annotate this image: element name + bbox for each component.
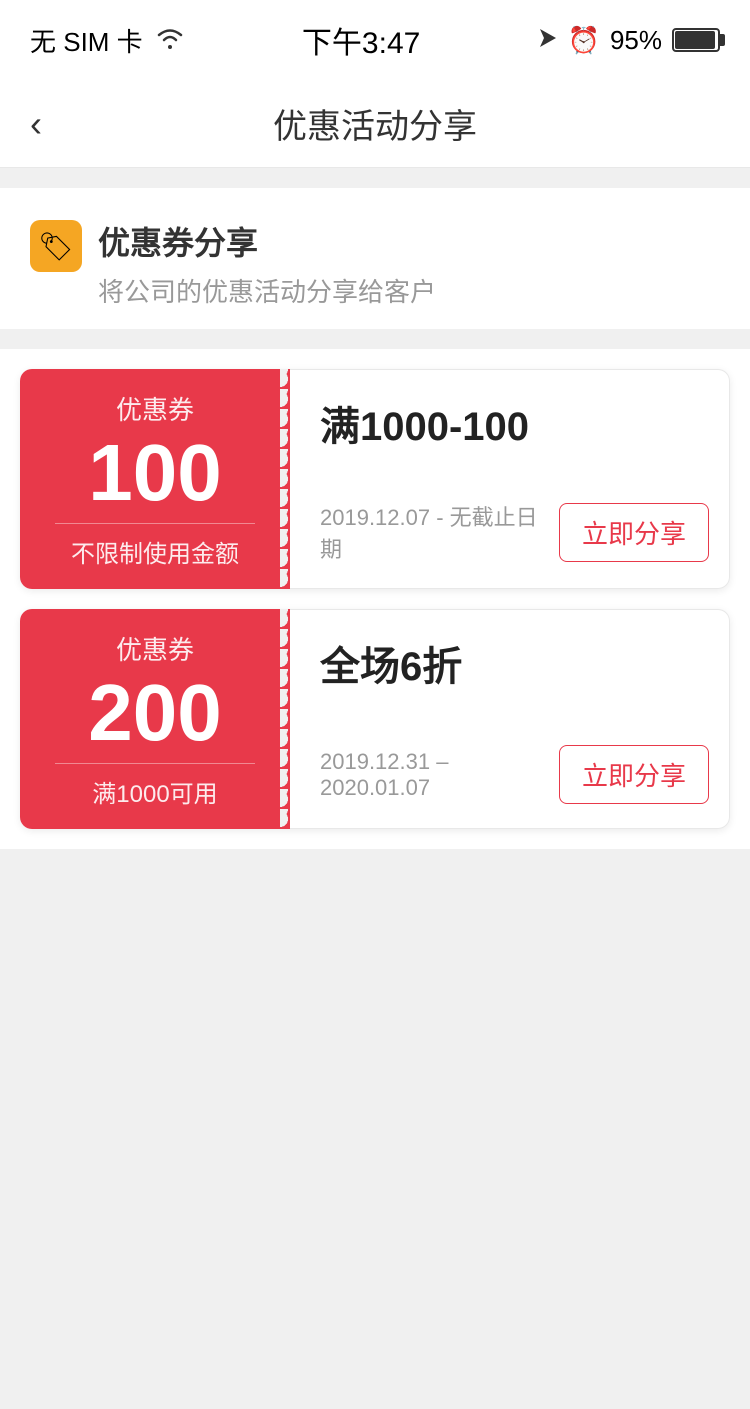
section-text: 优惠券分享 将公司的优惠活动分享给客户 [98, 218, 436, 309]
share-button-2[interactable]: 立即分享 [559, 745, 709, 804]
bottom-area [0, 849, 750, 1409]
status-bar: 无 SIM 卡 下午3:47 ⏰ 95% [0, 0, 750, 80]
battery-percentage: 95% [610, 25, 662, 56]
location-icon [538, 25, 558, 56]
section-title: 优惠券分享 [98, 218, 436, 264]
coupon-footer-1: 2019.12.07 - 无截止日期 立即分享 [320, 500, 709, 564]
coupon-amount-2: 200 [88, 673, 221, 753]
coupon-right-panel-2: 全场6折 2019.12.31 – 2020.01.07 立即分享 [290, 609, 730, 829]
battery-icon [672, 28, 720, 52]
time-display: 下午3:47 [302, 18, 420, 62]
coupon-divider-2 [55, 763, 255, 764]
coupon-condition-2: 满1000可用 [82, 774, 227, 809]
coupon-label-1: 优惠券 [116, 390, 194, 427]
coupon-left-panel-2: 优惠券 200 满1000可用 [20, 609, 290, 829]
carrier-text: 无 SIM 卡 [30, 22, 143, 59]
share-button-1[interactable]: 立即分享 [559, 503, 709, 562]
coupon-name-2: 全场6折 [320, 634, 709, 692]
coupon-card-2: 优惠券 200 满1000可用 全场6折 2019.12.31 – 2020.0… [20, 609, 730, 829]
nav-title: 优惠活动分享 [273, 99, 477, 148]
coupon-name-1: 满1000-100 [320, 394, 709, 452]
coupon-card: 优惠券 100 不限制使用金额 满1000-100 2019.12.07 - 无… [20, 369, 730, 589]
coupon-icon: 🏷 [38, 230, 74, 263]
coupon-divider-1 [55, 523, 255, 524]
status-left: 无 SIM 卡 [30, 22, 185, 59]
section-icon: 🏷 [30, 220, 82, 272]
section-header: 🏷 优惠券分享 将公司的优惠活动分享给客户 [0, 188, 750, 329]
coupon-date-1: 2019.12.07 - 无截止日期 [320, 500, 559, 564]
back-button[interactable]: ‹ [30, 103, 42, 145]
alarm-icon: ⏰ [568, 25, 600, 56]
coupon-date-2: 2019.12.31 – 2020.01.07 [320, 749, 559, 801]
section-subtitle: 将公司的优惠活动分享给客户 [98, 272, 436, 309]
coupon-left-panel: 优惠券 100 不限制使用金额 [20, 369, 290, 589]
coupon-condition-1: 不限制使用金额 [61, 534, 249, 569]
coupon-label-2: 优惠券 [116, 630, 194, 667]
coupon-footer-2: 2019.12.31 – 2020.01.07 立即分享 [320, 745, 709, 804]
wifi-icon [155, 25, 185, 56]
coupon-right-panel-1: 满1000-100 2019.12.07 - 无截止日期 立即分享 [290, 369, 730, 589]
coupon-list: 优惠券 100 不限制使用金额 满1000-100 2019.12.07 - 无… [0, 349, 750, 849]
coupon-amount-1: 100 [88, 433, 221, 513]
status-right: ⏰ 95% [538, 25, 720, 56]
nav-bar: ‹ 优惠活动分享 [0, 80, 750, 168]
